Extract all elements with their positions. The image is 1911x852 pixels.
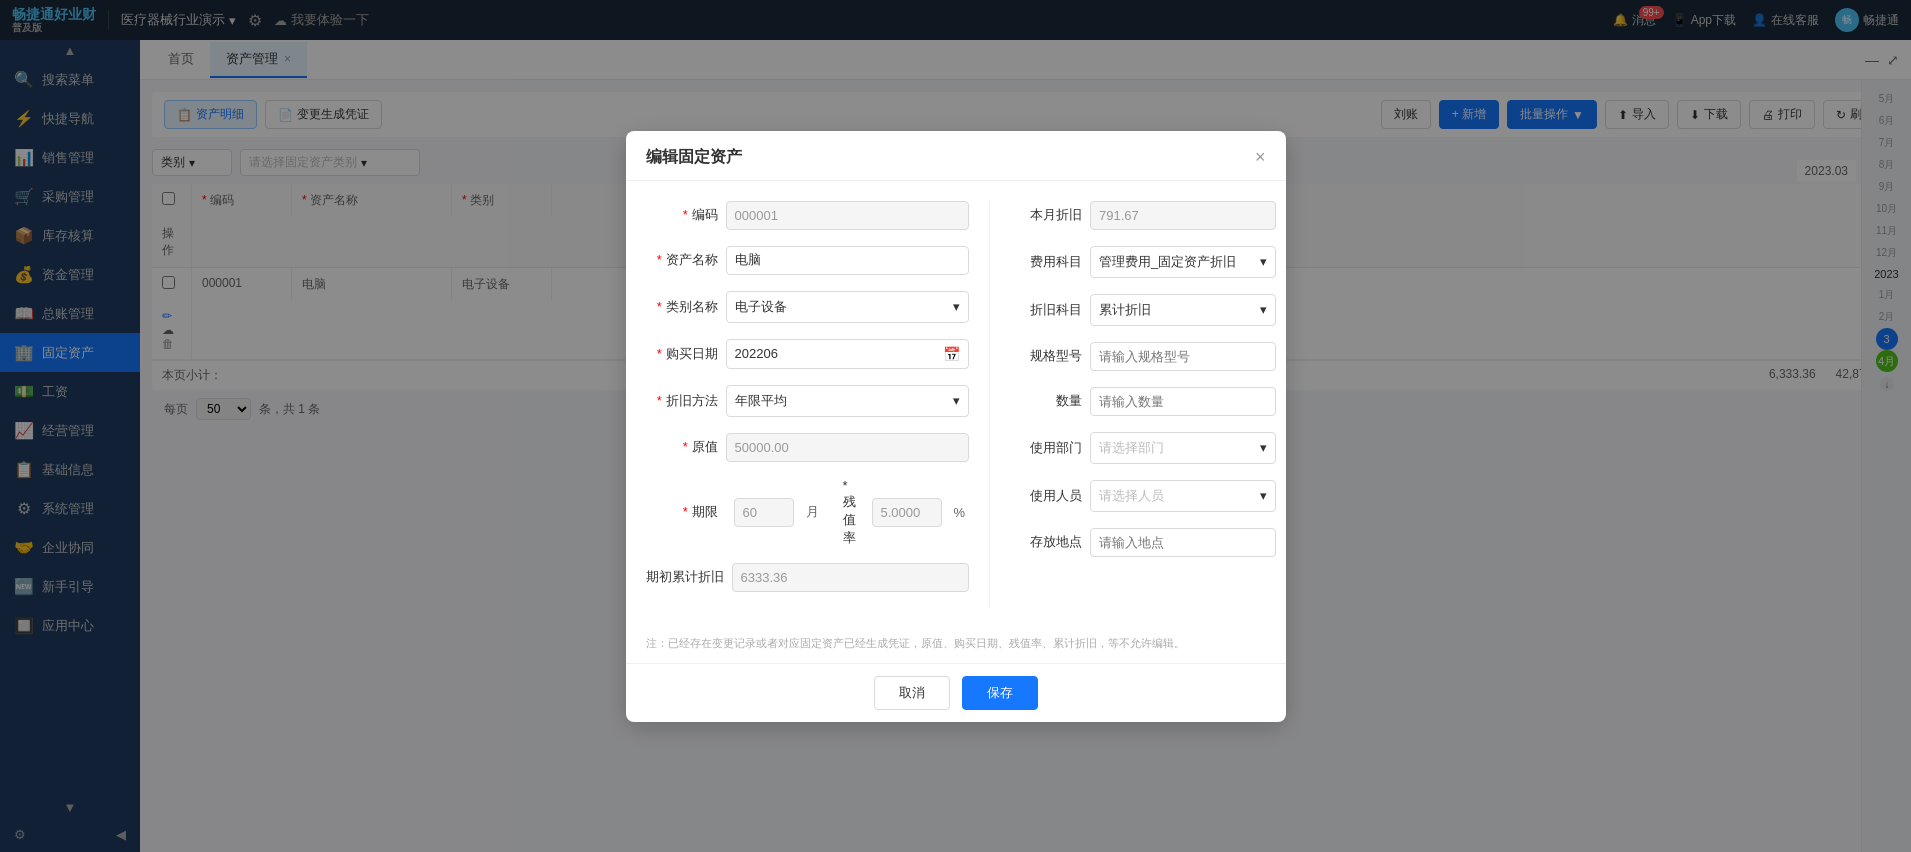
form-label-category: 类别名称 (646, 298, 726, 316)
modal-footer-note: 注：已经存在变更记录或者对应固定资产已经生成凭证，原值、购买日期、残值率、累计折… (626, 628, 1286, 663)
save-button[interactable]: 保存 (962, 676, 1038, 710)
expense-subject-select[interactable]: 管理费用_固定资产折旧 ▾ (1090, 246, 1276, 278)
edit-asset-modal: 编辑固定资产 × 编码 资产名称 类别名称 (626, 131, 1286, 722)
form-row-dept: 使用部门 请选择部门 ▾ (1010, 432, 1276, 464)
code-input[interactable] (726, 201, 970, 230)
modal-left: 编码 资产名称 类别名称 电子设备 ▾ (646, 201, 991, 608)
purchase-date-input[interactable]: 202206 📅 (726, 339, 970, 369)
form-row-code: 编码 (646, 201, 970, 230)
dep-subject-chevron-icon: ▾ (1260, 302, 1267, 317)
dept-select[interactable]: 请选择部门 ▾ (1090, 432, 1276, 464)
quantity-input[interactable] (1090, 387, 1276, 416)
category-chevron-icon: ▾ (953, 299, 960, 314)
form-label-dept: 使用部门 (1010, 439, 1090, 457)
form-label-name: 资产名称 (646, 251, 726, 269)
expense-subject-chevron-icon: ▾ (1260, 254, 1267, 269)
modal-header: 编辑固定资产 × (626, 131, 1286, 181)
form-label-monthly-dep: 本月折旧 (1010, 206, 1090, 224)
user-select[interactable]: 请选择人员 ▾ (1090, 480, 1276, 512)
form-row-user: 使用人员 请选择人员 ▾ (1010, 480, 1276, 512)
form-row-dep-method: 折旧方法 年限平均 ▾ (646, 385, 970, 417)
dep-subject-value: 累计折旧 (1099, 301, 1151, 319)
form-label-original-value: 原值 (646, 438, 726, 456)
modal-right: 本月折旧 费用科目 管理费用_固定资产折旧 ▾ 折旧科目 累计折旧 (990, 201, 1276, 608)
form-label-init-dep: 期初累计折旧 (646, 568, 732, 586)
dep-method-select[interactable]: 年限平均 ▾ (726, 385, 970, 417)
modal-body: 编码 资产名称 类别名称 电子设备 ▾ (626, 181, 1286, 628)
cancel-button[interactable]: 取消 (874, 676, 950, 710)
period-input[interactable] (734, 498, 794, 527)
modal-footer: 取消 保存 (626, 663, 1286, 722)
dep-method-chevron-icon: ▾ (953, 393, 960, 408)
form-label-spec-model: 规格型号 (1010, 347, 1090, 365)
dep-method-value: 年限平均 (735, 392, 787, 410)
category-select-value: 电子设备 (735, 298, 787, 316)
form-label-location: 存放地点 (1010, 533, 1090, 551)
form-label-code: 编码 (646, 206, 726, 224)
form-row-spec-model: 规格型号 (1010, 342, 1276, 371)
modal-close-button[interactable]: × (1255, 147, 1266, 168)
form-row-category: 类别名称 电子设备 ▾ (646, 291, 970, 323)
period-unit-label: 月 (802, 503, 823, 521)
form-label-dep-method: 折旧方法 (646, 392, 726, 410)
form-row-purchase-date: 购买日期 202206 📅 (646, 339, 970, 369)
original-value-input[interactable] (726, 433, 970, 462)
residual-rate-label: * 残值率 (839, 478, 860, 547)
modal-title: 编辑固定资产 (646, 147, 742, 168)
form-row-quantity: 数量 (1010, 387, 1276, 416)
dept-chevron-icon: ▾ (1260, 440, 1267, 455)
form-row-location: 存放地点 (1010, 528, 1276, 557)
user-placeholder: 请选择人员 (1099, 487, 1164, 505)
form-label-user: 使用人员 (1010, 487, 1090, 505)
form-row-dep-subject: 折旧科目 累计折旧 ▾ (1010, 294, 1276, 326)
dept-placeholder: 请选择部门 (1099, 439, 1164, 457)
monthly-dep-input[interactable] (1090, 201, 1276, 230)
expense-subject-value: 管理费用_固定资产折旧 (1099, 253, 1236, 271)
spec-model-input[interactable] (1090, 342, 1276, 371)
form-label-purchase-date: 购买日期 (646, 345, 726, 363)
residual-rate-input[interactable] (872, 498, 942, 527)
init-dep-input[interactable] (732, 563, 970, 592)
form-label-expense-subject: 费用科目 (1010, 253, 1090, 271)
name-input[interactable] (726, 246, 970, 275)
modal-overlay: 编辑固定资产 × 编码 资产名称 类别名称 (0, 0, 1911, 852)
dep-subject-select[interactable]: 累计折旧 ▾ (1090, 294, 1276, 326)
form-row-init-dep: 期初累计折旧 (646, 563, 970, 592)
form-row-original-value: 原值 (646, 433, 970, 462)
form-label-dep-subject: 折旧科目 (1010, 301, 1090, 319)
calendar-icon: 📅 (943, 346, 960, 362)
category-select[interactable]: 电子设备 ▾ (726, 291, 970, 323)
form-row-period-residual: 期限 月 * 残值率 % (646, 478, 970, 547)
form-label-quantity: 数量 (1010, 392, 1090, 410)
location-input[interactable] (1090, 528, 1276, 557)
residual-rate-unit: % (950, 505, 970, 520)
form-row-name: 资产名称 (646, 246, 970, 275)
user-chevron-icon: ▾ (1260, 488, 1267, 503)
form-row-monthly-dep: 本月折旧 (1010, 201, 1276, 230)
form-label-period: 期限 (646, 503, 726, 521)
purchase-date-value: 202206 (735, 346, 778, 361)
form-row-expense-subject: 费用科目 管理费用_固定资产折旧 ▾ (1010, 246, 1276, 278)
